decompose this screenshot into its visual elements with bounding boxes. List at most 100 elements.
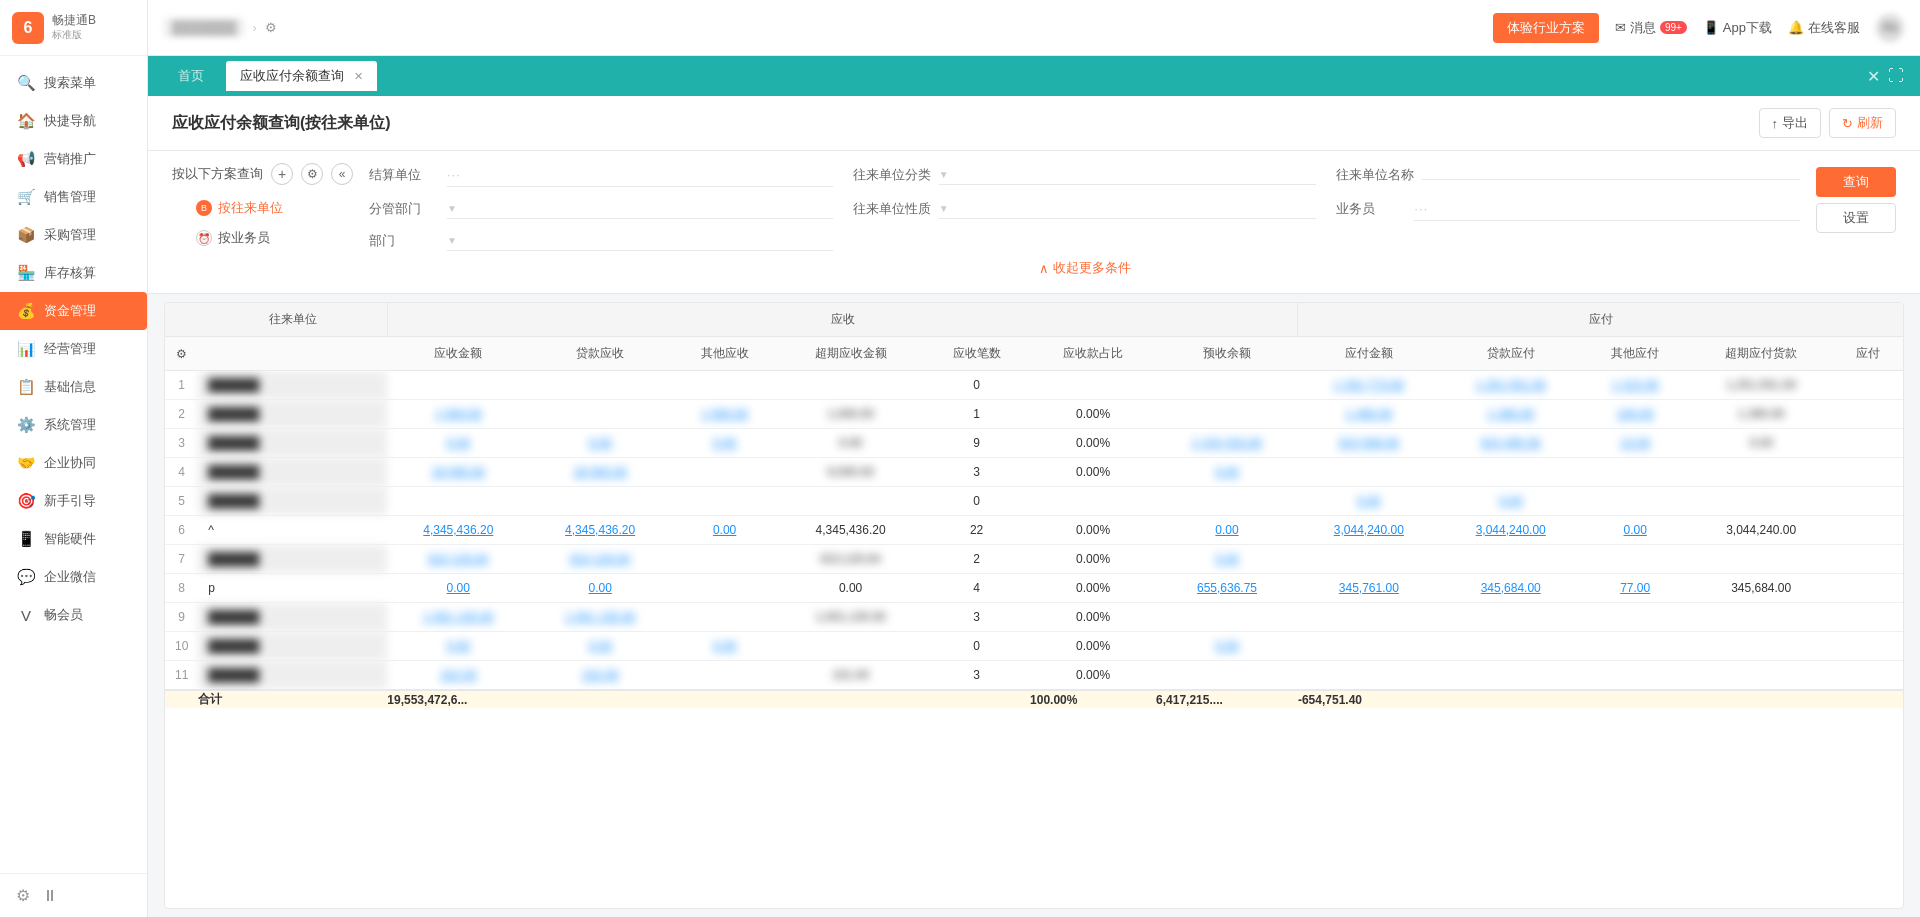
- unit-category-input[interactable]: ▼: [939, 165, 1317, 185]
- table-cell[interactable]: 810,126.64: [529, 545, 671, 574]
- tab-ar-ap[interactable]: 应收应付余额查询 ✕: [226, 61, 377, 91]
- table-cell[interactable]: 1,000.00: [387, 400, 529, 429]
- user-avatar[interactable]: Rit: [1876, 14, 1904, 42]
- filter-collapse-btn[interactable]: «: [331, 163, 353, 185]
- table-cell[interactable]: 0.00: [387, 632, 529, 661]
- table-cell[interactable]: [1440, 603, 1582, 632]
- query-button[interactable]: 查询: [1816, 167, 1896, 197]
- sidebar-item-marketing[interactable]: 📢 营销推广: [0, 140, 147, 178]
- table-cell[interactable]: 0.00: [1440, 487, 1582, 516]
- tab-close-icon[interactable]: ✕: [354, 70, 363, 83]
- table-cell[interactable]: 0.00: [1156, 516, 1298, 545]
- table-cell[interactable]: 152.00: [529, 661, 671, 691]
- app-download-btn[interactable]: 📱 App下载: [1703, 19, 1772, 37]
- sidebar-item-system[interactable]: ⚙️ 系统管理: [0, 406, 147, 444]
- sidebar-item-corp[interactable]: 🤝 企业协同: [0, 444, 147, 482]
- export-button[interactable]: ↑ 导出: [1759, 108, 1822, 138]
- sidebar-item-member[interactable]: V 畅会员: [0, 596, 147, 634]
- refresh-button[interactable]: ↻ 刷新: [1829, 108, 1896, 138]
- table-cell[interactable]: 0.00: [387, 429, 529, 458]
- sidebar-item-hardware[interactable]: 📱 智能硬件: [0, 520, 147, 558]
- table-cell[interactable]: [1156, 371, 1298, 400]
- table-cell[interactable]: 0.00: [1156, 632, 1298, 661]
- tab-expand-btn[interactable]: ⛶: [1888, 67, 1904, 86]
- th-settings-icon[interactable]: ⚙: [165, 337, 198, 371]
- table-cell[interactable]: 345,684.00: [1440, 574, 1582, 603]
- solution-button[interactable]: 体验行业方案: [1493, 13, 1599, 43]
- table-cell[interactable]: 100.00: [1582, 400, 1689, 429]
- table-cell[interactable]: [1440, 545, 1582, 574]
- sidebar-item-operations[interactable]: 📊 经营管理: [0, 330, 147, 368]
- table-cell[interactable]: [1582, 603, 1689, 632]
- messages-btn[interactable]: ✉ 消息 99+: [1615, 19, 1687, 37]
- table-cell[interactable]: [671, 545, 778, 574]
- settlement-input[interactable]: ···: [447, 163, 833, 187]
- table-cell[interactable]: [1298, 603, 1440, 632]
- sidebar-item-inventory[interactable]: 🏪 库存核算: [0, 254, 147, 292]
- table-cell[interactable]: [1298, 632, 1440, 661]
- salesman-input[interactable]: ···: [1414, 197, 1800, 221]
- table-cell[interactable]: 1,252,773.00: [1298, 371, 1440, 400]
- table-cell[interactable]: 0.00: [1156, 458, 1298, 487]
- sidebar-item-guide[interactable]: 🎯 新手引导: [0, 482, 147, 520]
- table-cell[interactable]: 915,508.56: [1298, 429, 1440, 458]
- sidebar-item-quick-nav[interactable]: 🏠 快捷导航: [0, 102, 147, 140]
- tab-home[interactable]: 首页: [164, 61, 218, 91]
- settings-bottom-icon[interactable]: ⚙: [16, 886, 30, 905]
- tab-close-btn[interactable]: ✕: [1867, 67, 1880, 86]
- table-cell[interactable]: 0.00: [1582, 516, 1689, 545]
- table-cell[interactable]: 4,345,436.20: [387, 516, 529, 545]
- table-cell[interactable]: [529, 487, 671, 516]
- table-cell[interactable]: 2,153,333.00: [1156, 429, 1298, 458]
- table-cell[interactable]: [1582, 487, 1689, 516]
- setting-button[interactable]: 设置: [1816, 203, 1896, 233]
- dept-input[interactable]: ▼: [447, 231, 833, 251]
- table-cell[interactable]: [671, 458, 778, 487]
- table-cell[interactable]: [1156, 603, 1298, 632]
- online-service-btn[interactable]: 🔔 在线客服: [1788, 19, 1860, 37]
- filter-setting-icon[interactable]: ⚙: [301, 163, 323, 185]
- table-cell[interactable]: 0.00: [529, 632, 671, 661]
- sidebar-item-finance[interactable]: 💰 资金管理: [0, 292, 147, 330]
- table-cell[interactable]: 3,044,240.00: [1298, 516, 1440, 545]
- table-cell[interactable]: [1582, 661, 1689, 691]
- table-cell[interactable]: 18,000.00: [387, 458, 529, 487]
- filter-collapse-row[interactable]: ∧ 收起更多条件: [369, 251, 1800, 285]
- sidebar-item-sales[interactable]: 🛒 销售管理: [0, 178, 147, 216]
- table-cell[interactable]: 152.00: [387, 661, 529, 691]
- table-cell[interactable]: 1,390.00: [1440, 400, 1582, 429]
- scheme-by-unit[interactable]: B 按往来单位: [188, 195, 353, 221]
- table-cell[interactable]: [1440, 661, 1582, 691]
- footer-prepay[interactable]: 6,417,215....: [1156, 690, 1298, 708]
- table-cell[interactable]: 3,044,240.00: [1440, 516, 1582, 545]
- footer-ar-amount[interactable]: 19,553,472,6...: [387, 690, 529, 708]
- table-cell[interactable]: [1156, 661, 1298, 691]
- table-cell[interactable]: [387, 487, 529, 516]
- table-cell[interactable]: 0.00: [671, 632, 778, 661]
- table-cell[interactable]: [671, 371, 778, 400]
- table-cell[interactable]: [1298, 458, 1440, 487]
- table-cell[interactable]: [529, 400, 671, 429]
- table-cell[interactable]: [529, 371, 671, 400]
- table-cell[interactable]: [1582, 458, 1689, 487]
- table-cell[interactable]: [1156, 400, 1298, 429]
- branch-dept-input[interactable]: ▼: [447, 199, 833, 219]
- table-cell[interactable]: 0.00: [387, 574, 529, 603]
- table-cell[interactable]: [1440, 458, 1582, 487]
- scheme-by-salesman[interactable]: ⏰ 按业务员: [188, 225, 353, 251]
- table-cell[interactable]: 655,636.75: [1156, 574, 1298, 603]
- unit-nature-input[interactable]: ▼: [939, 199, 1317, 219]
- table-cell[interactable]: 13.00: [1582, 429, 1689, 458]
- table-cell[interactable]: [1582, 632, 1689, 661]
- sidebar-item-wechat[interactable]: 💬 企业微信: [0, 558, 147, 596]
- table-cell[interactable]: [1298, 661, 1440, 691]
- table-cell[interactable]: [671, 661, 778, 691]
- table-cell[interactable]: 0.00: [529, 429, 671, 458]
- table-cell[interactable]: [1440, 632, 1582, 661]
- topbar-settings-icon[interactable]: ⚙: [265, 20, 277, 35]
- table-cell[interactable]: [387, 371, 529, 400]
- table-cell[interactable]: 0.00: [671, 429, 778, 458]
- sidebar-item-purchase[interactable]: 📦 采购管理: [0, 216, 147, 254]
- table-cell[interactable]: 1,251,551.00: [1440, 371, 1582, 400]
- table-cell[interactable]: 1,001,135.00: [529, 603, 671, 632]
